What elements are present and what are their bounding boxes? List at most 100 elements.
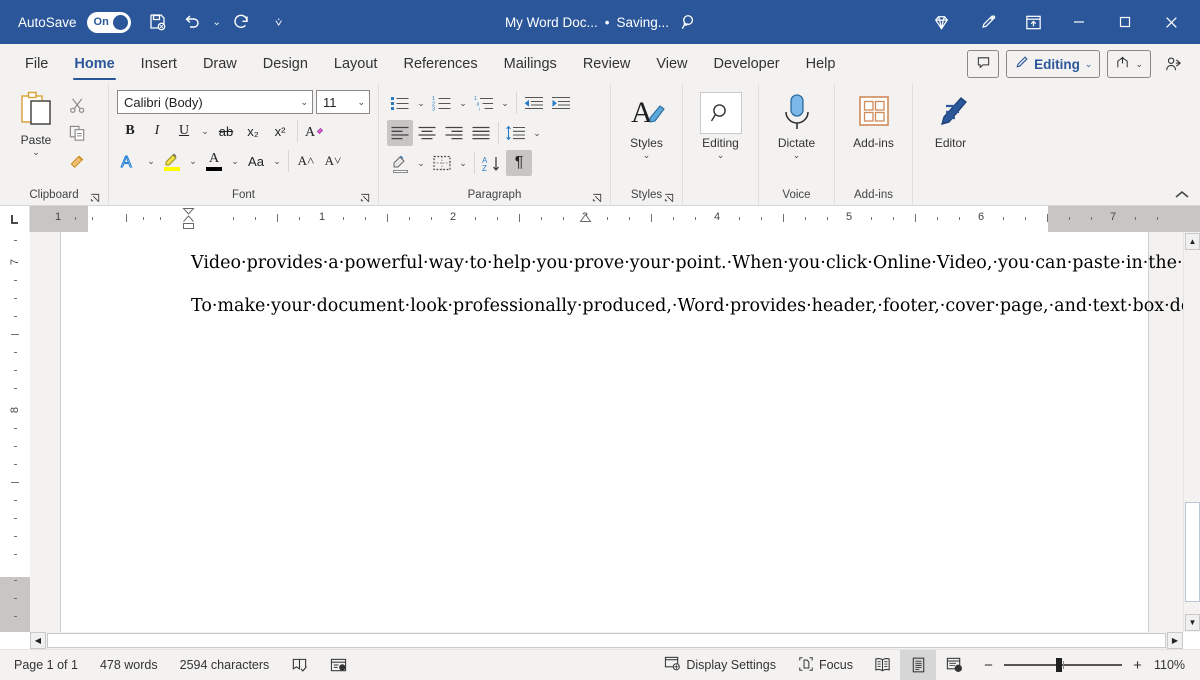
document-text[interactable]: device.¶ Video·provides·a·powerful·way·t…: [191, 232, 611, 335]
editing-button[interactable]: Editing ⌄: [689, 90, 752, 160]
align-left-icon[interactable]: [387, 120, 413, 146]
document-title[interactable]: My Word Doc...: [505, 15, 598, 30]
tab-layout[interactable]: Layout: [321, 44, 391, 84]
ruler-track[interactable]: 1 1 2 3 4 5 6: [30, 206, 1200, 232]
highlight-icon[interactable]: [159, 148, 185, 174]
borders-chevron-down-icon[interactable]: ⌄: [456, 150, 470, 176]
increase-indent-icon[interactable]: [548, 90, 574, 116]
scroll-left-button[interactable]: ◀: [30, 632, 46, 649]
paragraph-1[interactable]: Video·provides·a·powerful·way·to·help·yo…: [191, 250, 611, 277]
tab-home[interactable]: Home: [61, 44, 127, 84]
font-name-combobox[interactable]: Calibri (Body) ⌄: [117, 90, 313, 114]
print-layout-icon[interactable]: [900, 650, 936, 680]
tab-review[interactable]: Review: [570, 44, 644, 84]
editor-button[interactable]: Editor: [919, 90, 982, 150]
dictate-chevron-icon[interactable]: ⌄: [793, 150, 801, 160]
customize-quick-access-icon[interactable]: ⩒: [271, 15, 286, 30]
tab-draw[interactable]: Draw: [190, 44, 250, 84]
tab-file[interactable]: File: [12, 44, 61, 84]
multilevel-chevron-down-icon[interactable]: ⌄: [498, 90, 512, 116]
superscript-button[interactable]: x²: [267, 118, 293, 144]
document-page[interactable]: device.¶ Video·provides·a·powerful·way·t…: [60, 232, 1149, 632]
strikethrough-button[interactable]: ab: [213, 118, 239, 144]
show-formatting-marks-button[interactable]: ¶: [506, 150, 532, 176]
present-icon[interactable]: [1010, 0, 1056, 44]
document-canvas[interactable]: device.¶ Video·provides·a·powerful·way·t…: [30, 232, 1200, 632]
font-dialog-launcher-icon[interactable]: [360, 191, 372, 203]
multilevel-list-icon[interactable]: 1 a i: [471, 90, 497, 116]
subscript-button[interactable]: x₂: [240, 118, 266, 144]
borders-icon[interactable]: [429, 150, 455, 176]
zoom-out-button[interactable]: −: [982, 657, 995, 674]
web-layout-icon[interactable]: [936, 650, 972, 680]
add-ins-button[interactable]: Add-ins: [841, 90, 906, 150]
maximize-button[interactable]: [1102, 0, 1148, 44]
change-case-chevron-down-icon[interactable]: ⌄: [270, 148, 284, 174]
undo-chevron-icon[interactable]: ⌄: [209, 17, 225, 28]
share-button[interactable]: ⌄: [1107, 50, 1151, 78]
line-spacing-icon[interactable]: [503, 120, 529, 146]
dictate-button[interactable]: Dictate ⌄: [765, 90, 828, 160]
scroll-right-button[interactable]: ▶: [1167, 632, 1183, 649]
horizontal-scroll-thumb[interactable]: [47, 633, 1166, 648]
bold-button[interactable]: B: [117, 118, 143, 144]
font-size-combobox[interactable]: 11 ⌄: [316, 90, 370, 114]
page-indicator[interactable]: Page 1 of 1: [0, 650, 89, 680]
accessibility-icon[interactable]: [319, 650, 358, 680]
tab-design[interactable]: Design: [250, 44, 321, 84]
tab-help[interactable]: Help: [793, 44, 849, 84]
redo-icon[interactable]: [225, 5, 259, 39]
scroll-up-button[interactable]: ▲: [1185, 233, 1200, 250]
change-case-button[interactable]: Aa: [243, 148, 269, 174]
underline-button[interactable]: U: [171, 118, 197, 144]
zoom-in-button[interactable]: +: [1131, 657, 1144, 674]
diamond-icon[interactable]: [918, 0, 964, 44]
sort-icon[interactable]: A Z: [479, 150, 505, 176]
shading-chevron-down-icon[interactable]: ⌄: [414, 150, 428, 176]
read-mode-icon[interactable]: [864, 650, 900, 680]
styles-button[interactable]: A Styles ⌄: [617, 90, 676, 160]
paste-chevron-icon[interactable]: ⌄: [32, 147, 40, 157]
scroll-down-button[interactable]: ▼: [1185, 614, 1200, 631]
shading-icon[interactable]: [387, 150, 413, 176]
font-color-icon[interactable]: A: [201, 148, 227, 174]
horizontal-scrollbar[interactable]: ◀ ▶: [30, 632, 1183, 649]
copy-icon[interactable]: [64, 120, 90, 146]
format-painter-icon[interactable]: [64, 148, 90, 174]
clipboard-dialog-launcher-icon[interactable]: [90, 191, 102, 203]
paragraph-2[interactable]: To·make·your·document·look·professionall…: [191, 293, 611, 320]
styles-dialog-launcher-icon[interactable]: [664, 191, 676, 203]
editing-chevron-icon[interactable]: ⌄: [717, 150, 725, 160]
tab-view[interactable]: View: [643, 44, 700, 84]
share-people-icon[interactable]: [1158, 50, 1188, 78]
vertical-scroll-thumb[interactable]: [1185, 502, 1200, 602]
paste-button[interactable]: Paste ⌄: [8, 90, 64, 157]
italic-button[interactable]: I: [144, 118, 170, 144]
tab-developer[interactable]: Developer: [701, 44, 793, 84]
highlight-chevron-down-icon[interactable]: ⌄: [186, 148, 200, 174]
decrease-indent-icon[interactable]: [521, 90, 547, 116]
display-settings-button[interactable]: Display Settings: [653, 650, 787, 680]
collapse-ribbon-icon[interactable]: [1174, 189, 1190, 203]
grow-font-button[interactable]: A˄: [293, 148, 319, 174]
character-count[interactable]: 2594 characters: [169, 650, 281, 680]
proofing-errors-icon[interactable]: [280, 650, 319, 680]
vertical-ruler[interactable]: 7 8: [0, 232, 30, 632]
font-color-chevron-down-icon[interactable]: ⌄: [228, 148, 242, 174]
word-count[interactable]: 478 words: [89, 650, 169, 680]
editing-mode-button[interactable]: Editing ⌄: [1006, 50, 1100, 78]
vertical-scrollbar[interactable]: ▲ ▼: [1183, 232, 1200, 632]
zoom-slider[interactable]: [1004, 658, 1122, 672]
styles-chevron-icon[interactable]: ⌄: [643, 150, 651, 160]
tab-references[interactable]: References: [390, 44, 490, 84]
comments-button[interactable]: [967, 50, 999, 78]
shrink-font-button[interactable]: A˅: [320, 148, 346, 174]
undo-icon[interactable]: [175, 5, 209, 39]
scissors-icon[interactable]: [64, 92, 90, 118]
align-center-icon[interactable]: [414, 120, 440, 146]
clear-formatting-icon[interactable]: A: [302, 118, 328, 144]
zoom-level[interactable]: 110%: [1154, 658, 1200, 672]
justify-icon[interactable]: [468, 120, 494, 146]
focus-button[interactable]: Focus: [787, 650, 864, 680]
tab-mailings[interactable]: Mailings: [491, 44, 570, 84]
